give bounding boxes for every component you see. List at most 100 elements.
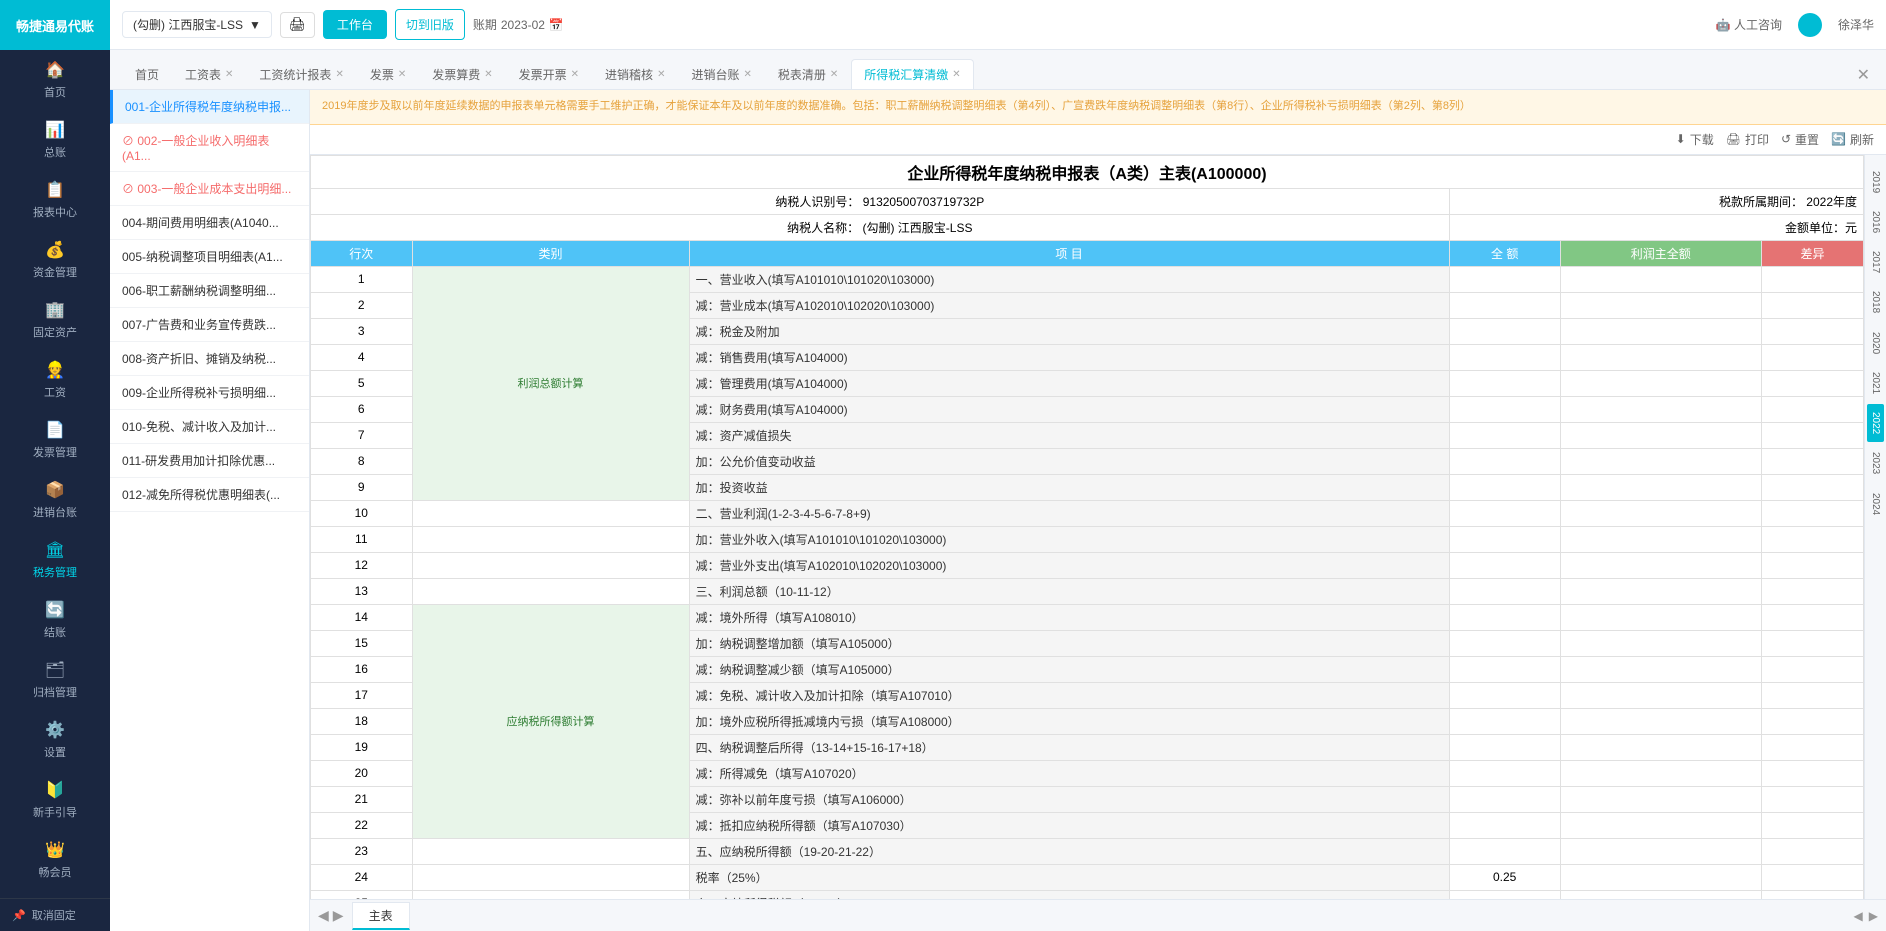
year-2016[interactable]: 2016 [1867,203,1884,241]
tab-invoice-open[interactable]: 发票开票 ✕ [506,59,592,89]
tab-tax-list[interactable]: 税表清册 ✕ [765,59,851,89]
tab-income-tax[interactable]: 所得税汇算清缴 ✕ [851,59,973,89]
left-panel-item-001[interactable]: 001-企业所得税年度纳税申报... [110,90,309,124]
row-num: 15 [311,630,413,656]
workbench-button[interactable]: 工作台 [323,10,387,39]
close-tab-stock-ledger[interactable]: ✕ [743,69,751,80]
service-label[interactable]: 🤖 人工咨询 [1716,16,1782,33]
left-panel-item-010[interactable]: 010-免税、减计收入及加计... [110,410,309,444]
row-profit-15 [1560,630,1761,656]
row-num: 20 [311,760,413,786]
row-item-17: 减：免税、减计收入及加计扣除（填写A107010） [689,682,1449,708]
scroll-left-icon[interactable]: ◀ [1854,909,1863,923]
tab-invoice[interactable]: 发票 ✕ [357,59,419,89]
company-selector[interactable]: (勾删) 江西服宝-LSS ▼ [122,11,272,38]
sidebar-item-close[interactable]: 🔄 结账 [0,590,110,650]
close-tab-invoice-fee[interactable]: ✕ [484,69,492,80]
row-amount-10 [1449,500,1560,526]
tab-payroll-report[interactable]: 工资统计报表 ✕ [246,59,356,89]
year-2022[interactable]: 2022 [1867,404,1884,442]
row-item-2: 减：营业成本(填写A102010\102020\103000) [689,292,1449,318]
tab-payroll[interactable]: 工资表 ✕ [172,59,246,89]
close-tab-invoice[interactable]: ✕ [398,69,406,80]
close-tab-tax-list[interactable]: ✕ [830,69,838,80]
sidebar-item-stockledger[interactable]: 📦 进销台账 [0,470,110,530]
sidebar-item-fund[interactable]: 💰 资金管理 [0,230,110,290]
avatar [1798,13,1822,37]
row-diff-14 [1761,604,1863,630]
close-all-icon[interactable]: ✕ [1853,61,1874,89]
row-diff-3 [1761,318,1863,344]
left-panel-item-002[interactable]: ⊘ 002-一般企业收入明细表(A1... [110,124,309,172]
row-item-23: 五、应纳税所得额（19-20-21-22） [689,838,1449,864]
sidebar-item-tax[interactable]: 🏛 税务管理 [0,530,110,590]
scroll-right-icon[interactable]: ▶ [1869,909,1878,923]
row-category-24 [412,864,689,890]
left-panel-item-007[interactable]: 007-广告费和业务宣传费跌... [110,308,309,342]
row-num: 23 [311,838,413,864]
left-panel-item-003[interactable]: ⊘ 003-一般企业成本支出明细... [110,172,309,206]
download-button[interactable]: ⬇ 下载 [1676,131,1714,148]
sidebar-item-invoice[interactable]: 📄 发票管理 [0,410,110,470]
sidebar-item-vip[interactable]: 👑 畅会员 [0,830,110,890]
tab-stock-ledger-label: 进销台账 [691,66,739,83]
table-row: 25 六、应纳所得税额（23×24） [311,890,1864,899]
row-item-13: 三、利润总额（10-11-12） [689,578,1449,604]
sheet-next-arrow[interactable]: ▶ [333,907,344,924]
left-panel-item-008[interactable]: 008-资产折旧、摊销及纳税... [110,342,309,376]
left-panel-item-011[interactable]: 011-研发费用加计扣除优惠... [110,444,309,478]
table-title-row: 企业所得税年度纳税申报表（A类）主表(A100000) [311,155,1864,188]
tab-verify[interactable]: 进销稽核 ✕ [592,59,678,89]
row-profit-21 [1560,786,1761,812]
sheet-prev-arrow[interactable]: ◀ [318,907,329,924]
left-panel-item-004[interactable]: 004-期间费用明细表(A1040... [110,206,309,240]
row-num: 25 [311,890,413,899]
close-tab-payroll-report[interactable]: ✕ [335,69,343,80]
tab-stock-ledger[interactable]: 进销台账 ✕ [678,59,764,89]
year-2024[interactable]: 2024 [1867,485,1884,523]
left-panel-item-006[interactable]: 006-职工薪酬纳税调整明细... [110,274,309,308]
switch-button[interactable]: 切到旧版 [395,9,465,40]
year-2023[interactable]: 2023 [1867,444,1884,482]
username: 徐泽华 [1838,16,1874,33]
content-area: 001-企业所得税年度纳税申报... ⊘ 002-一般企业收入明细表(A1...… [110,90,1886,931]
sidebar-item-archive[interactable]: 🗂 归档管理 [0,650,110,710]
reset-button[interactable]: ↺ 重置 [1781,131,1819,148]
sidebar-label-settings: 设置 [44,744,66,760]
sidebar-item-settings[interactable]: ⚙️ 设置 [0,710,110,770]
close-tab-income-tax[interactable]: ✕ [952,69,960,80]
year-2019[interactable]: 2019 [1867,163,1884,201]
year-2021[interactable]: 2021 [1867,364,1884,402]
sheet-tab-main[interactable]: 主表 [352,902,410,930]
row-profit-4 [1560,344,1761,370]
print-icon-btn[interactable]: 🖨 [280,12,315,38]
close-tab-payroll[interactable]: ✕ [225,69,233,80]
year-2020[interactable]: 2020 [1867,324,1884,362]
left-panel-item-012[interactable]: 012-减免所得税优惠明细表(... [110,478,309,512]
sidebar-item-ledger[interactable]: 📊 总账 [0,110,110,170]
row-profit-10 [1560,500,1761,526]
row-amount-24: 0.25 [1449,864,1560,890]
year-2018[interactable]: 2018 [1867,283,1884,321]
tab-invoice-fee[interactable]: 发票算费 ✕ [419,59,505,89]
row-amount-6 [1449,396,1560,422]
edit-period-icon[interactable]: 📅 [549,18,564,32]
unpin-button[interactable]: 📌 取消固定 [0,899,110,931]
row-num: 3 [311,318,413,344]
left-panel-item-005[interactable]: 005-纳税调整项目明细表(A1... [110,240,309,274]
close-tab-invoice-open[interactable]: ✕ [571,69,579,80]
sidebar-item-report[interactable]: 📋 报表中心 [0,170,110,230]
right-content: 2019年度步及取以前年度延续数据的申报表单元格需要手工维护正确，才能保证本年及… [310,90,1886,931]
print-button[interactable]: 🖨 打印 [1726,131,1769,148]
sidebar-item-home[interactable]: 🏠 首页 [0,50,110,110]
year-2017[interactable]: 2017 [1867,243,1884,281]
sidebar-item-guide[interactable]: 🔰 新手引导 [0,770,110,830]
tab-home[interactable]: 首页 [122,59,172,89]
sidebar-item-assets[interactable]: 🏢 固定资产 [0,290,110,350]
close-tab-verify[interactable]: ✕ [657,69,665,80]
refresh-button[interactable]: 🔄 刷新 [1831,131,1874,148]
sidebar-item-payroll[interactable]: 👷 工资 [0,350,110,410]
left-panel-item-009[interactable]: 009-企业所得税补亏损明细... [110,376,309,410]
row-amount-13 [1449,578,1560,604]
download-icon: ⬇ [1676,132,1686,146]
